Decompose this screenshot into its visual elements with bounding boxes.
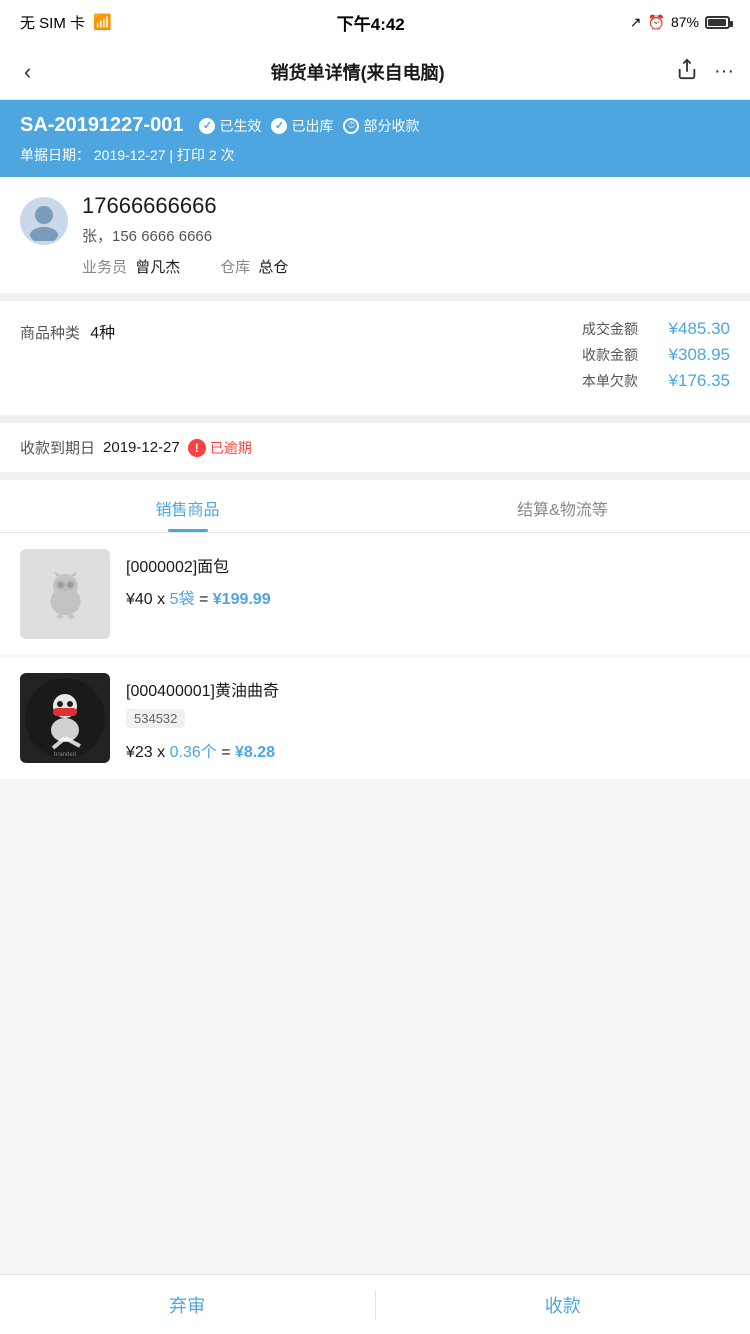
battery-percent: 87%: [671, 14, 699, 30]
type-count: 4种: [90, 325, 115, 342]
print-suffix: 次: [221, 147, 235, 163]
share-icon[interactable]: [676, 58, 698, 86]
product-list: [0000002]面包 ¥40 x 5袋 = ¥199.99: [0, 533, 750, 779]
summary-right: 成交金额 ¥485.30 收款金额 ¥308.95 本单欠款 ¥176.35: [582, 319, 730, 397]
print-count: 2: [209, 147, 217, 163]
collect-payment-button[interactable]: 收款: [376, 1275, 750, 1334]
print-separator: | 打印: [169, 147, 208, 163]
tab-sales-goods[interactable]: 销售商品: [0, 480, 375, 532]
check-icon: ✓: [199, 118, 215, 134]
product-info-1: [0000002]面包 ¥40 x 5袋 = ¥199.99: [126, 549, 730, 609]
debt-label: 本单欠款: [582, 371, 638, 391]
nav-actions: ···: [676, 58, 734, 86]
received-row: 收款金额 ¥308.95: [582, 345, 730, 365]
badge-delivered: ✓ 已出库: [271, 116, 333, 136]
product-types-row: 商品种类 4种: [20, 319, 115, 343]
overdue-text: 已逾期: [210, 438, 252, 458]
product-sku-2: 534532: [126, 709, 185, 728]
product-qty-2: 0.36个: [170, 744, 217, 761]
customer-info: 17666666666 张，156 6666 6666 业务员 曾凡杰 仓库 总…: [82, 193, 730, 277]
received-label: 收款金额: [582, 345, 638, 365]
location-icon: ↗: [630, 14, 642, 31]
debt-value: ¥176.35: [650, 371, 730, 391]
bottom-action-bar: 弃审 收款: [0, 1274, 750, 1334]
status-left: 无 SIM 卡 📶: [20, 12, 112, 33]
order-header: SA-20191227-001 ✓ 已生效 ✓ 已出库 ⏱ 部分收款 单据日期：…: [0, 100, 750, 177]
product-total-1: ¥199.99: [213, 591, 271, 608]
amount-value: ¥485.30: [650, 319, 730, 339]
alarm-icon: ⏰: [648, 14, 665, 31]
customer-phone: 17666666666: [82, 193, 730, 219]
banner-date-row: 单据日期： 2019-12-27 | 打印 2 次: [20, 145, 730, 165]
tab-settlement[interactable]: 结算&物流等: [375, 480, 750, 532]
warehouse-label: 仓库: [220, 259, 250, 276]
check-icon2: ✓: [271, 118, 287, 134]
amount-row: 成交金额 ¥485.30: [582, 319, 730, 339]
badge-effective: ✓ 已生效: [199, 116, 261, 136]
status-bar: 无 SIM 卡 📶 下午4:42 ↗ ⏰ 87%: [0, 0, 750, 44]
received-value: ¥308.95: [650, 345, 730, 365]
nav-bar: ‹ 销货单详情(来自电脑) ···: [0, 44, 750, 100]
product-price-1: ¥40 x 5袋 = ¥199.99: [126, 585, 730, 609]
order-badges: ✓ 已生效 ✓ 已出库 ⏱ 部分收款: [199, 116, 419, 136]
summary-section: 商品种类 4种 成交金额 ¥485.30 收款金额 ¥308.95 本单欠款 ¥…: [0, 301, 750, 423]
customer-section: 17666666666 张，156 6666 6666 业务员 曾凡杰 仓库 总…: [0, 177, 750, 301]
warehouse-name: 总仓: [258, 259, 288, 276]
carrier-label: 无 SIM 卡: [20, 12, 85, 33]
avatar: [20, 197, 68, 245]
product-qty-1: 5袋: [170, 591, 195, 608]
status-right: ↗ ⏰ 87%: [630, 14, 730, 31]
wifi-icon: 📶: [93, 13, 112, 31]
badge-partial-payment: ⏱ 部分收款: [343, 116, 419, 136]
order-number: SA-20191227-001: [20, 114, 183, 137]
sales-info: 业务员 曾凡杰: [82, 256, 180, 277]
status-time: 下午4:42: [337, 10, 405, 35]
product-info-2: [000400001]黄油曲奇 534532 ¥23 x 0.36个 = ¥8.…: [126, 673, 730, 762]
product-name-1: [0000002]面包: [126, 553, 730, 577]
warehouse-info: 仓库 总仓: [220, 256, 288, 277]
battery-icon: [705, 16, 730, 29]
date-label: 单据日期：: [20, 147, 90, 163]
product-thumbnail-1: [20, 549, 110, 639]
product-thumbnail-2: branded: [20, 673, 110, 763]
page-title: 销货单详情(来自电脑): [271, 59, 445, 85]
order-date: 2019-12-27: [94, 147, 166, 163]
due-date-section: 收款到期日 2019-12-27 ! 已逾期: [0, 423, 750, 480]
customer-name: 张，156 6666 6666: [82, 225, 730, 246]
banner-row1: SA-20191227-001 ✓ 已生效 ✓ 已出库 ⏱ 部分收款: [20, 114, 730, 137]
list-item: [0000002]面包 ¥40 x 5袋 = ¥199.99: [0, 533, 750, 655]
svg-text:branded: branded: [54, 752, 76, 758]
customer-meta: 业务员 曾凡杰 仓库 总仓: [82, 256, 730, 277]
summary-left: 商品种类 4种: [20, 319, 115, 347]
list-item: branded [000400001]黄油曲奇 534532 ¥23 x 0.3…: [0, 657, 750, 779]
due-date-value: 2019-12-27: [103, 439, 180, 456]
type-label: 商品种类: [20, 325, 80, 342]
overdue-icon: !: [188, 439, 206, 457]
tabs-section: 销售商品 结算&物流等: [0, 480, 750, 533]
product-price-2: ¥23 x 0.36个 = ¥8.28: [126, 738, 730, 762]
debt-row: 本单欠款 ¥176.35: [582, 371, 730, 391]
clock-icon: ⏱: [343, 118, 359, 134]
amount-label: 成交金额: [582, 319, 638, 339]
back-button[interactable]: ‹: [16, 51, 39, 93]
overdue-badge: ! 已逾期: [188, 438, 252, 458]
sales-label: 业务员: [82, 259, 127, 276]
sales-name: 曾凡杰: [135, 259, 180, 276]
due-label: 收款到期日: [20, 437, 95, 458]
more-icon[interactable]: ···: [714, 60, 734, 83]
product-name-2: [000400001]黄油曲奇: [126, 677, 730, 701]
cancel-review-button[interactable]: 弃审: [0, 1275, 375, 1334]
product-total-2: ¥8.28: [235, 744, 275, 761]
